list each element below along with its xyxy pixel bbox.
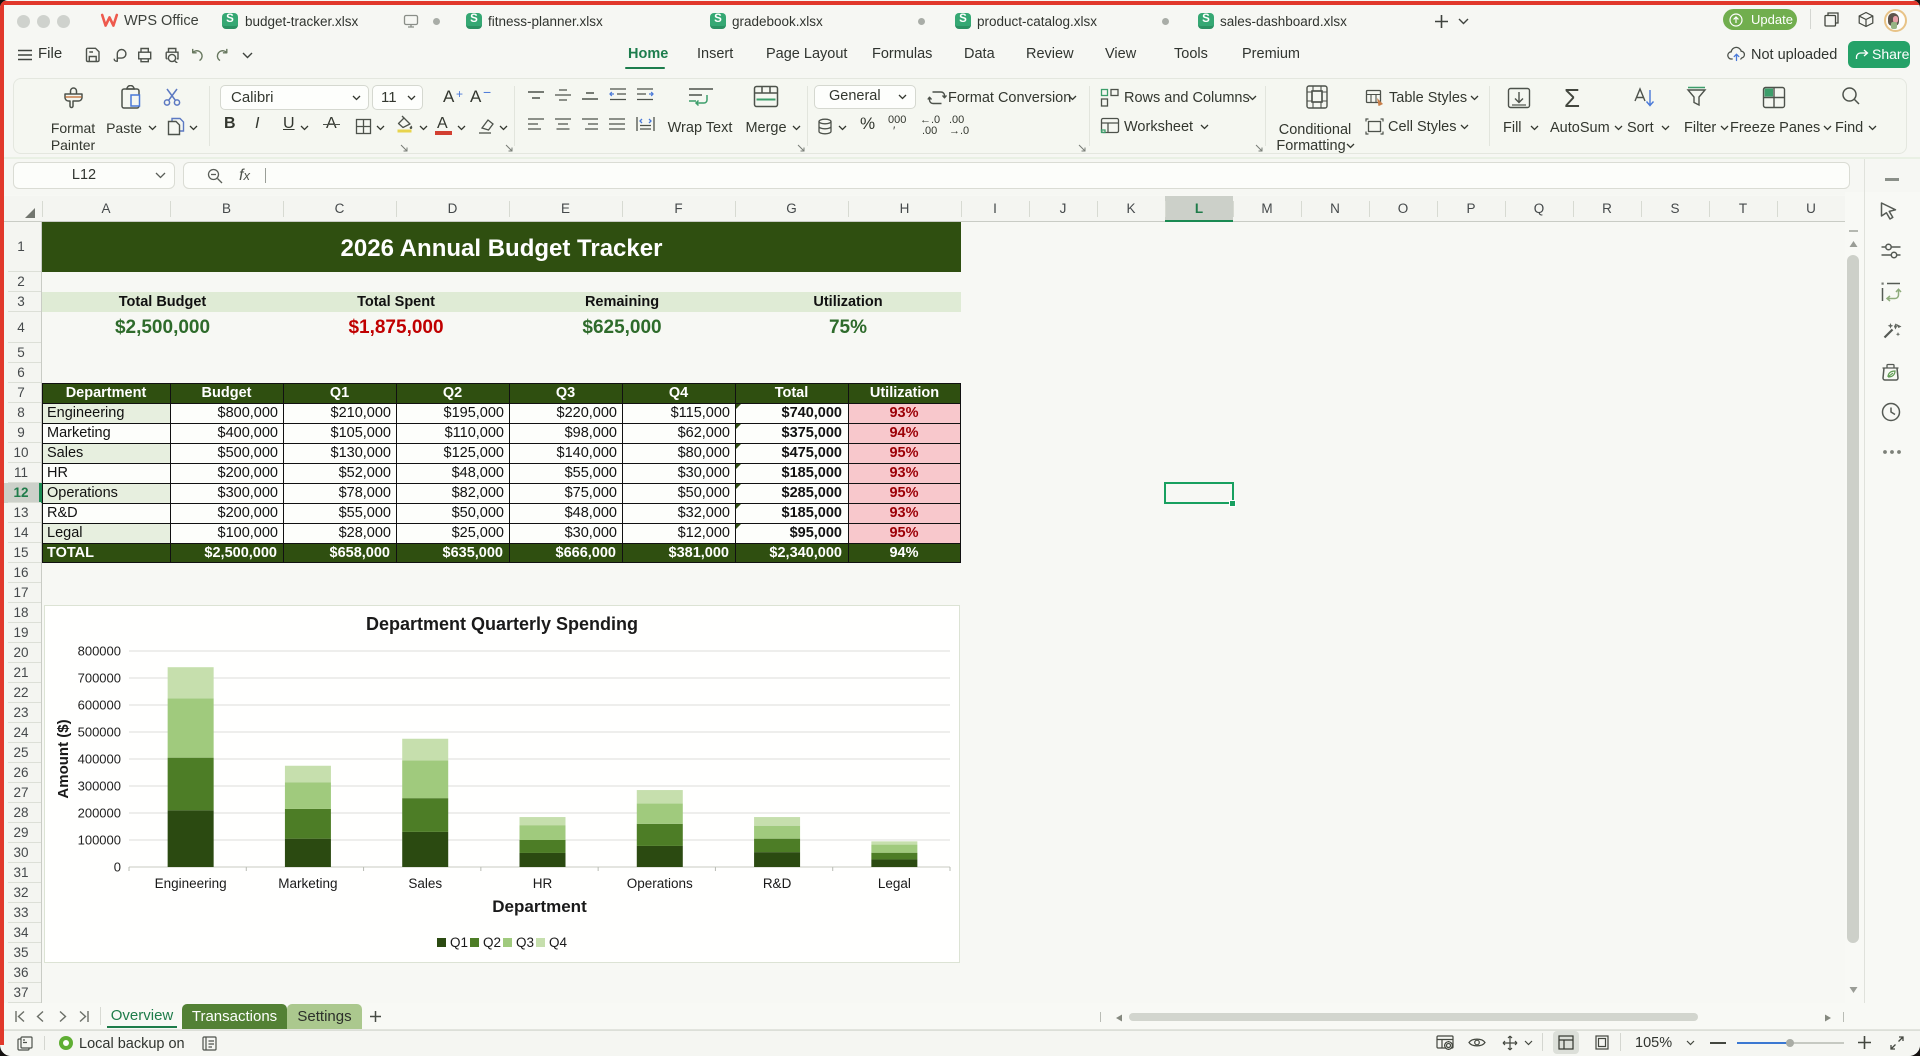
svg-text:Q2: Q2: [483, 935, 501, 950]
svg-text:Q1: Q1: [450, 935, 468, 950]
svg-text:R&D: R&D: [763, 876, 792, 891]
svg-text:100000: 100000: [78, 833, 121, 848]
svg-text:600000: 600000: [78, 698, 121, 713]
svg-text:Q4: Q4: [549, 935, 568, 950]
svg-text:Q3: Q3: [516, 935, 534, 950]
svg-text:Sales: Sales: [408, 876, 442, 891]
svg-text:300000: 300000: [78, 779, 121, 794]
svg-text:400000: 400000: [78, 752, 121, 767]
svg-text:Department Quarterly Spending: Department Quarterly Spending: [366, 614, 638, 634]
svg-text:Marketing: Marketing: [278, 876, 337, 891]
svg-text:Amount ($): Amount ($): [55, 719, 72, 798]
svg-text:0: 0: [114, 860, 121, 875]
svg-text:700000: 700000: [78, 671, 121, 686]
svg-text:Engineering: Engineering: [155, 876, 227, 891]
svg-text:HR: HR: [533, 876, 553, 891]
svg-text:800000: 800000: [78, 644, 121, 659]
svg-text:500000: 500000: [78, 725, 121, 740]
svg-text:Operations: Operations: [627, 876, 693, 891]
svg-text:Legal: Legal: [878, 876, 911, 891]
svg-text:Department: Department: [492, 897, 587, 916]
svg-text:200000: 200000: [78, 806, 121, 821]
